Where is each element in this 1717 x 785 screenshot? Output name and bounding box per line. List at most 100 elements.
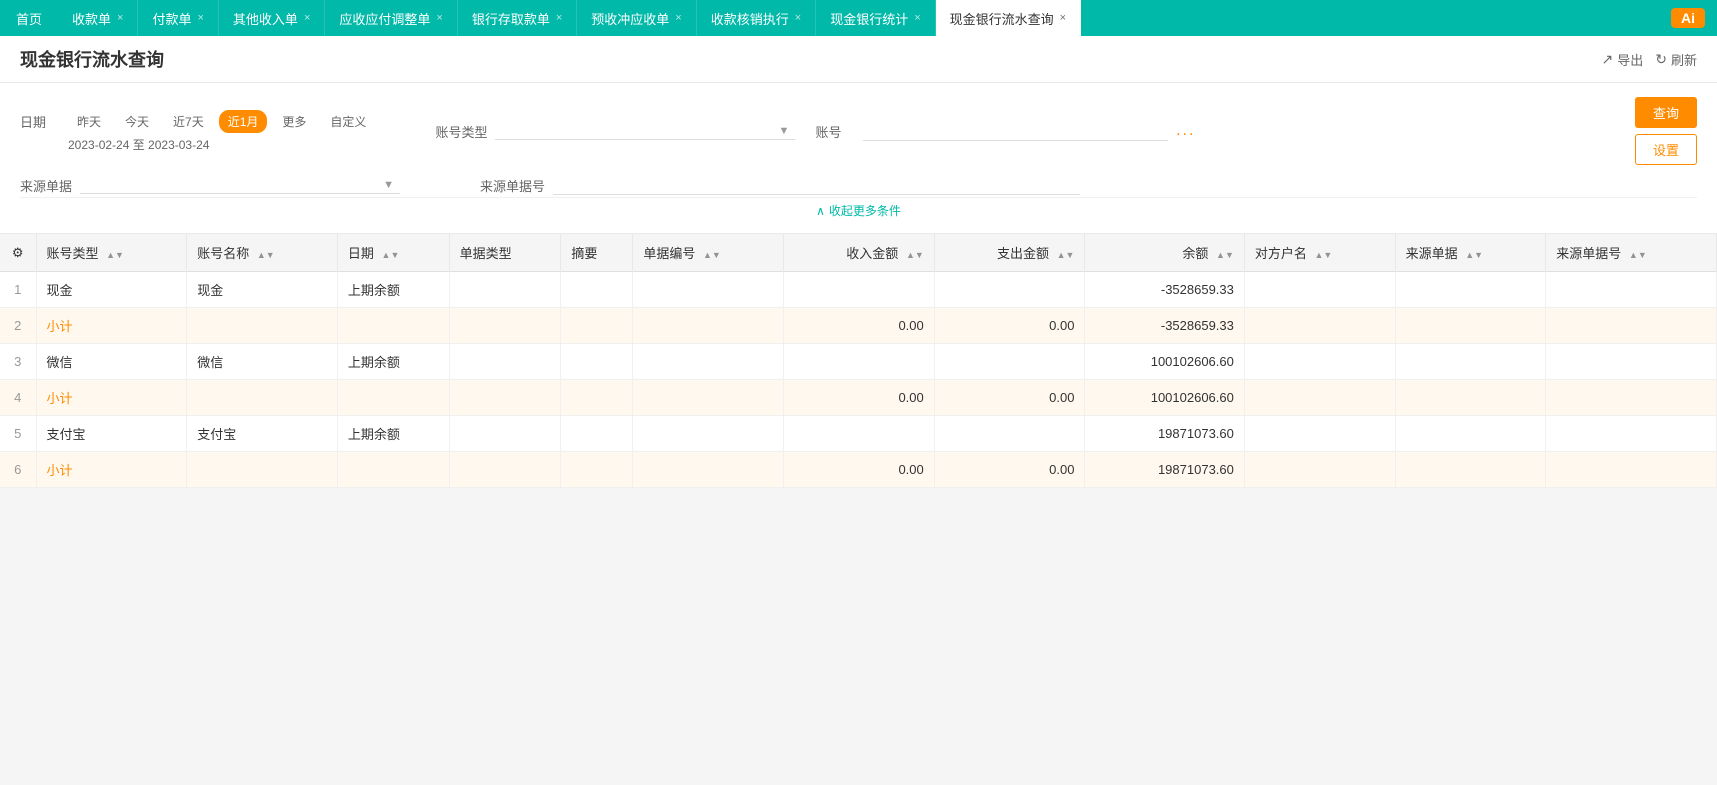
nav-tab-close-0[interactable]: × <box>117 12 123 24</box>
collapse-bar[interactable]: ∧ 收起更多条件 <box>20 197 1697 223</box>
sort-expense-icon: ▲▼ <box>1057 250 1075 260</box>
cell-date: 上期余额 <box>337 344 449 380</box>
table-row[interactable]: 3 微信 微信 上期余额 100102606.60 <box>0 344 1717 380</box>
cell-source-doc <box>1395 416 1546 452</box>
cell-counterpart <box>1244 416 1395 452</box>
account-type-label: 账号类型 <box>435 122 487 141</box>
col-doc-type[interactable]: 单据类型 <box>449 234 561 272</box>
nav-tab-label-4: 银行存取款单 <box>472 9 550 28</box>
cell-expense <box>934 416 1085 452</box>
nav-tab-5[interactable]: 预收冲应收单 × <box>577 0 696 36</box>
nav-tab-close-4[interactable]: × <box>556 12 562 24</box>
date-btn-7days[interactable]: 近7天 <box>164 110 213 133</box>
nav-tab-close-8[interactable]: × <box>1060 12 1066 24</box>
table-row[interactable]: 1 现金 现金 上期余额 -3528659.33 <box>0 272 1717 308</box>
cell-balance: 100102606.60 <box>1085 344 1244 380</box>
filter-row-1: 日期 昨天 今天 近7天 近1月 更多 自定义 2023-02-24 至 202… <box>20 97 1697 165</box>
nav-tab-7[interactable]: 现金银行统计 × <box>816 0 935 36</box>
date-btn-yesterday[interactable]: 昨天 <box>68 110 110 133</box>
nav-tab-2[interactable]: 其他收入单 × <box>219 0 325 36</box>
col-gear[interactable]: ⚙ <box>0 234 36 272</box>
cell-doc-type <box>449 380 561 416</box>
nav-tab-close-5[interactable]: × <box>675 12 681 24</box>
col-date[interactable]: 日期 ▲▼ <box>337 234 449 272</box>
cell-source-doc <box>1395 344 1546 380</box>
col-account-name[interactable]: 账号名称 ▲▼ <box>187 234 338 272</box>
nav-tab-1[interactable]: 付款单 × <box>138 0 218 36</box>
cell-summary <box>561 344 633 380</box>
date-range-display: 2023-02-24 至 2023-03-24 <box>68 138 209 152</box>
nav-tab-close-3[interactable]: × <box>436 12 442 24</box>
col-balance[interactable]: 余额 ▲▼ <box>1085 234 1244 272</box>
account-input[interactable] <box>863 121 1168 141</box>
col-source-doc-no[interactable]: 来源单据号 ▲▼ <box>1546 234 1717 272</box>
cell-date <box>337 380 449 416</box>
collapse-icon: ∧ <box>816 204 825 218</box>
col-income[interactable]: 收入金额 ▲▼ <box>784 234 935 272</box>
cell-num: 2 <box>0 308 36 344</box>
cell-account-type: 微信 <box>36 344 187 380</box>
cell-date <box>337 452 449 488</box>
table-row[interactable]: 6 小计 0.00 0.00 19871073.60 <box>0 452 1717 488</box>
nav-tab-0[interactable]: 收款单 × <box>58 0 138 36</box>
cell-counterpart <box>1244 344 1395 380</box>
nav-tab-close-7[interactable]: × <box>914 12 920 24</box>
nav-tab-6[interactable]: 收款核销执行 × <box>697 0 816 36</box>
cell-source-doc-no <box>1546 452 1717 488</box>
cell-summary <box>561 380 633 416</box>
cell-account-type: 小计 <box>36 380 187 416</box>
cell-source-doc-no <box>1546 380 1717 416</box>
date-btn-1month[interactable]: 近1月 <box>219 110 268 133</box>
source-doc-select[interactable]: ▼ <box>80 177 400 194</box>
nav-tab-close-1[interactable]: × <box>197 12 203 24</box>
nav-tab-label-7: 现金银行统计 <box>830 9 908 28</box>
date-btn-more[interactable]: 更多 <box>273 110 315 133</box>
cell-source-doc <box>1395 380 1546 416</box>
nav-tab-close-2[interactable]: × <box>304 12 310 24</box>
cell-num: 1 <box>0 272 36 308</box>
nav-tab-close-6[interactable]: × <box>795 12 801 24</box>
col-account-type[interactable]: 账号类型 ▲▼ <box>36 234 187 272</box>
sort-account-type-icon: ▲▼ <box>106 250 124 260</box>
query-button[interactable]: 查询 <box>1635 97 1697 128</box>
col-summary[interactable]: 摘要 <box>561 234 633 272</box>
nav-tab-3[interactable]: 应收应付调整单 × <box>325 0 457 36</box>
cell-doc-no <box>633 380 784 416</box>
date-btn-custom[interactable]: 自定义 <box>321 110 375 133</box>
col-source-doc[interactable]: 来源单据 ▲▼ <box>1395 234 1546 272</box>
cell-num: 6 <box>0 452 36 488</box>
col-doc-no[interactable]: 单据编号 ▲▼ <box>633 234 784 272</box>
table-header-row: ⚙ 账号类型 ▲▼ 账号名称 ▲▼ 日期 ▲▼ 单据类型 摘要 <box>0 234 1717 272</box>
date-options: 昨天 今天 近7天 近1月 更多 自定义 <box>68 110 375 133</box>
col-counterpart[interactable]: 对方户名 ▲▼ <box>1244 234 1395 272</box>
col-expense[interactable]: 支出金额 ▲▼ <box>934 234 1085 272</box>
nav-tab-8[interactable]: 现金银行流水查询 × <box>936 0 1081 36</box>
cell-source-doc-no <box>1546 308 1717 344</box>
table-row[interactable]: 5 支付宝 支付宝 上期余额 19871073.60 <box>0 416 1717 452</box>
settings-button[interactable]: 设置 <box>1635 134 1697 165</box>
refresh-button[interactable]: ↻ 刷新 <box>1655 50 1697 69</box>
page-title: 现金银行流水查询 <box>20 46 164 72</box>
nav-tab-label-5: 预收冲应收单 <box>591 9 669 28</box>
cell-date: 上期余额 <box>337 416 449 452</box>
cell-income <box>784 272 935 308</box>
nav-home[interactable]: 首页 <box>0 0 58 36</box>
cell-source-doc <box>1395 452 1546 488</box>
table-row[interactable]: 4 小计 0.00 0.00 100102606.60 <box>0 380 1717 416</box>
ai-badge[interactable]: Ai <box>1671 8 1705 28</box>
nav-tab-4[interactable]: 银行存取款单 × <box>458 0 577 36</box>
refresh-icon: ↻ <box>1655 51 1667 68</box>
account-type-select[interactable]: ▼ <box>495 123 795 140</box>
account-dots-button[interactable]: ... <box>1176 122 1195 140</box>
header-actions: ↗ 导出 ↻ 刷新 <box>1602 50 1698 69</box>
table-row[interactable]: 2 小计 0.00 0.00 -3528659.33 <box>0 308 1717 344</box>
cell-summary <box>561 452 633 488</box>
source-doc-no-input[interactable] <box>553 175 1080 195</box>
sort-balance-icon: ▲▼ <box>1216 250 1234 260</box>
date-btn-today[interactable]: 今天 <box>116 110 158 133</box>
cell-account-type: 现金 <box>36 272 187 308</box>
sort-account-name-icon: ▲▼ <box>257 250 275 260</box>
cell-summary <box>561 272 633 308</box>
export-button[interactable]: ↗ 导出 <box>1602 50 1644 69</box>
cell-income: 0.00 <box>784 308 935 344</box>
